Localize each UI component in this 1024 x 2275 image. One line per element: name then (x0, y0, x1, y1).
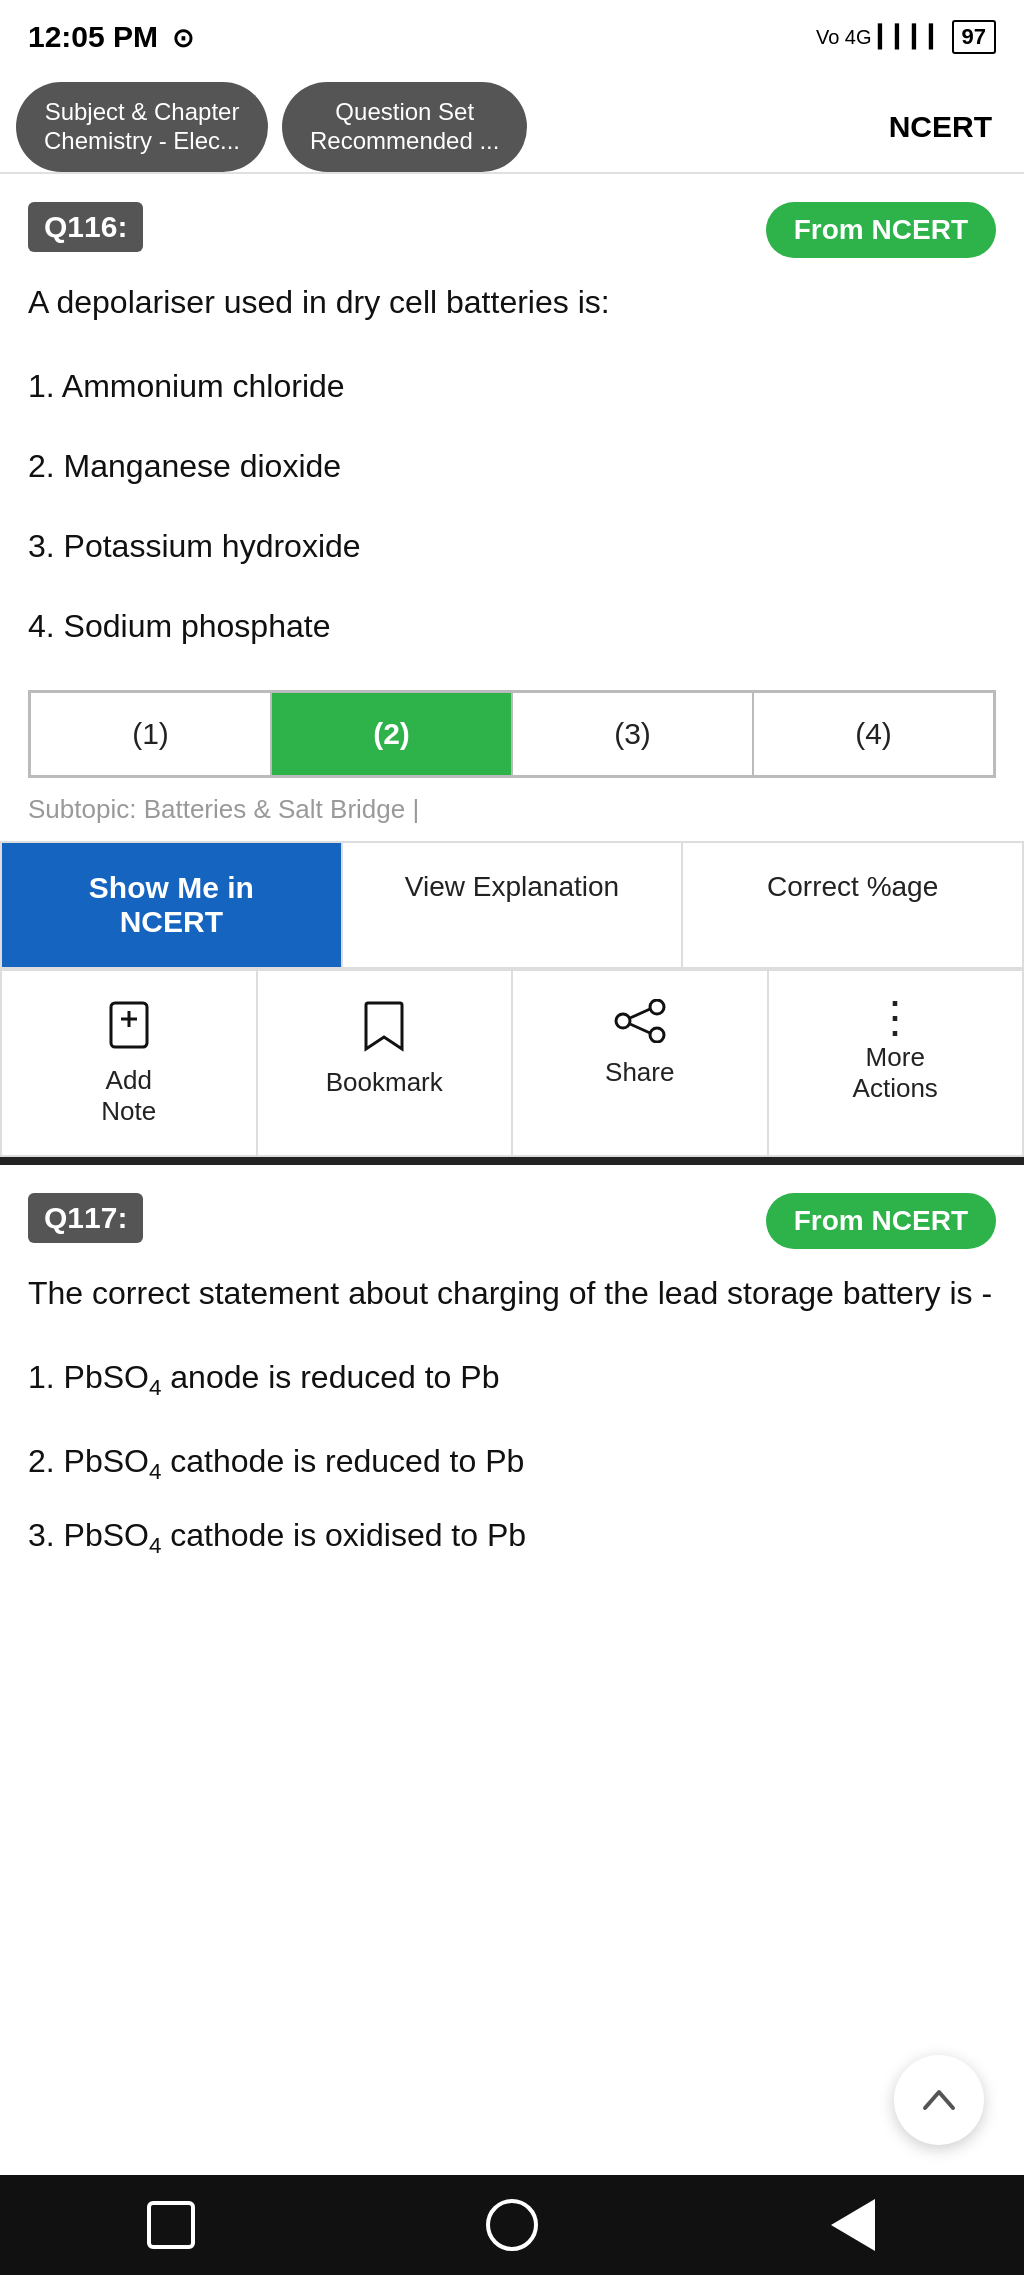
view-explanation-button[interactable]: View Explanation (342, 842, 683, 968)
tab-question-set[interactable]: Question Set Recommended ... (282, 82, 527, 172)
option-116-2[interactable]: 2. Manganese dioxide (28, 426, 996, 506)
svg-point-3 (650, 1000, 664, 1014)
nav-home-button[interactable] (141, 2195, 201, 2255)
status-time: 12:05 PM ⊙ (28, 20, 194, 54)
action-row-1: Show Me inNCERT View Explanation Correct… (0, 841, 1024, 969)
more-actions-label: MoreActions (853, 1042, 938, 1104)
status-icons: Vo 4G ▎▎▎▎ 97 (816, 20, 996, 54)
option-116-3[interactable]: 3. Potassium hydroxide (28, 506, 996, 586)
tab-ncert[interactable]: NCERT (889, 110, 1008, 144)
question-number-116: Q116: (28, 202, 143, 252)
nav-square-icon (147, 2201, 195, 2249)
question-text-117: The correct statement about charging of … (28, 1269, 996, 1317)
question-text-116: A depolariser used in dry cell batteries… (28, 278, 996, 326)
option-117-1[interactable]: 1. PbSO4 anode is reduced to Pb (28, 1337, 996, 1421)
option-116-4[interactable]: 4. Sodium phosphate (28, 586, 996, 666)
back-to-top-button[interactable] (894, 2055, 984, 2145)
question-number-117: Q117: (28, 1193, 143, 1243)
network-icon: Vo 4G (816, 26, 872, 49)
answer-cell-4[interactable]: (4) (753, 692, 994, 776)
subtopic-116: Subtopic: Batteries & Salt Bridge | (0, 778, 1024, 841)
answer-grid-116: (1) (2) (3) (4) (28, 690, 996, 778)
add-note-button[interactable]: AddNote (1, 970, 257, 1156)
svg-line-6 (630, 1009, 650, 1018)
nav-recent-button[interactable] (823, 2195, 883, 2255)
section-divider (0, 1157, 1024, 1165)
tab-bar: Subject & Chapter Chemistry - Elec... Qu… (0, 70, 1024, 174)
answer-cell-3[interactable]: (3) (512, 692, 753, 776)
nav-triangle-icon (831, 2199, 875, 2251)
alarm-icon: ⊙ (172, 23, 194, 53)
ncert-badge-117: From NCERT (766, 1193, 996, 1249)
question-header-117: Q117: From NCERT (28, 1193, 996, 1249)
answer-cell-2[interactable]: (2) (271, 692, 512, 776)
option-117-3-partial[interactable]: 3. PbSO4 cathode is oxidised to Pb (28, 1505, 996, 1559)
share-icon (613, 999, 667, 1049)
add-note-label: AddNote (101, 1065, 156, 1127)
add-note-icon (103, 999, 155, 1057)
answer-cell-1[interactable]: (1) (30, 692, 271, 776)
svg-point-4 (650, 1028, 664, 1042)
share-label: Share (605, 1057, 674, 1088)
bottom-nav (0, 2175, 1024, 2275)
question-card-117: Q117: From NCERT The correct statement a… (0, 1165, 1024, 1559)
signal-icon: ▎▎▎▎ (878, 24, 946, 50)
battery-icon: 97 (952, 20, 996, 54)
more-actions-icon: ⋮ (873, 999, 917, 1034)
nav-circle-icon (486, 2199, 538, 2251)
more-actions-button[interactable]: ⋮ MoreActions (768, 970, 1024, 1156)
svg-point-5 (616, 1014, 630, 1028)
bookmark-icon (362, 999, 406, 1059)
option-116-1[interactable]: 1. Ammonium chloride (28, 346, 996, 426)
bookmark-button[interactable]: Bookmark (257, 970, 513, 1156)
ncert-badge-116: From NCERT (766, 202, 996, 258)
show-in-ncert-button[interactable]: Show Me inNCERT (1, 842, 342, 968)
question-card-116: Q116: From NCERT A depolariser used in d… (0, 174, 1024, 778)
tab-subject-chapter[interactable]: Subject & Chapter Chemistry - Elec... (16, 82, 268, 172)
action-row-2: AddNote Bookmark Share ⋮ MoreActions (0, 969, 1024, 1157)
question-header-116: Q116: From NCERT (28, 202, 996, 258)
bookmark-label: Bookmark (326, 1067, 443, 1098)
status-bar: 12:05 PM ⊙ Vo 4G ▎▎▎▎ 97 (0, 0, 1024, 70)
option-117-2[interactable]: 2. PbSO4 cathode is reduced to Pb (28, 1421, 996, 1505)
share-button[interactable]: Share (512, 970, 768, 1156)
correct-percentage-button[interactable]: Correct %age (682, 842, 1023, 968)
nav-back-button[interactable] (482, 2195, 542, 2255)
svg-line-7 (630, 1024, 650, 1033)
